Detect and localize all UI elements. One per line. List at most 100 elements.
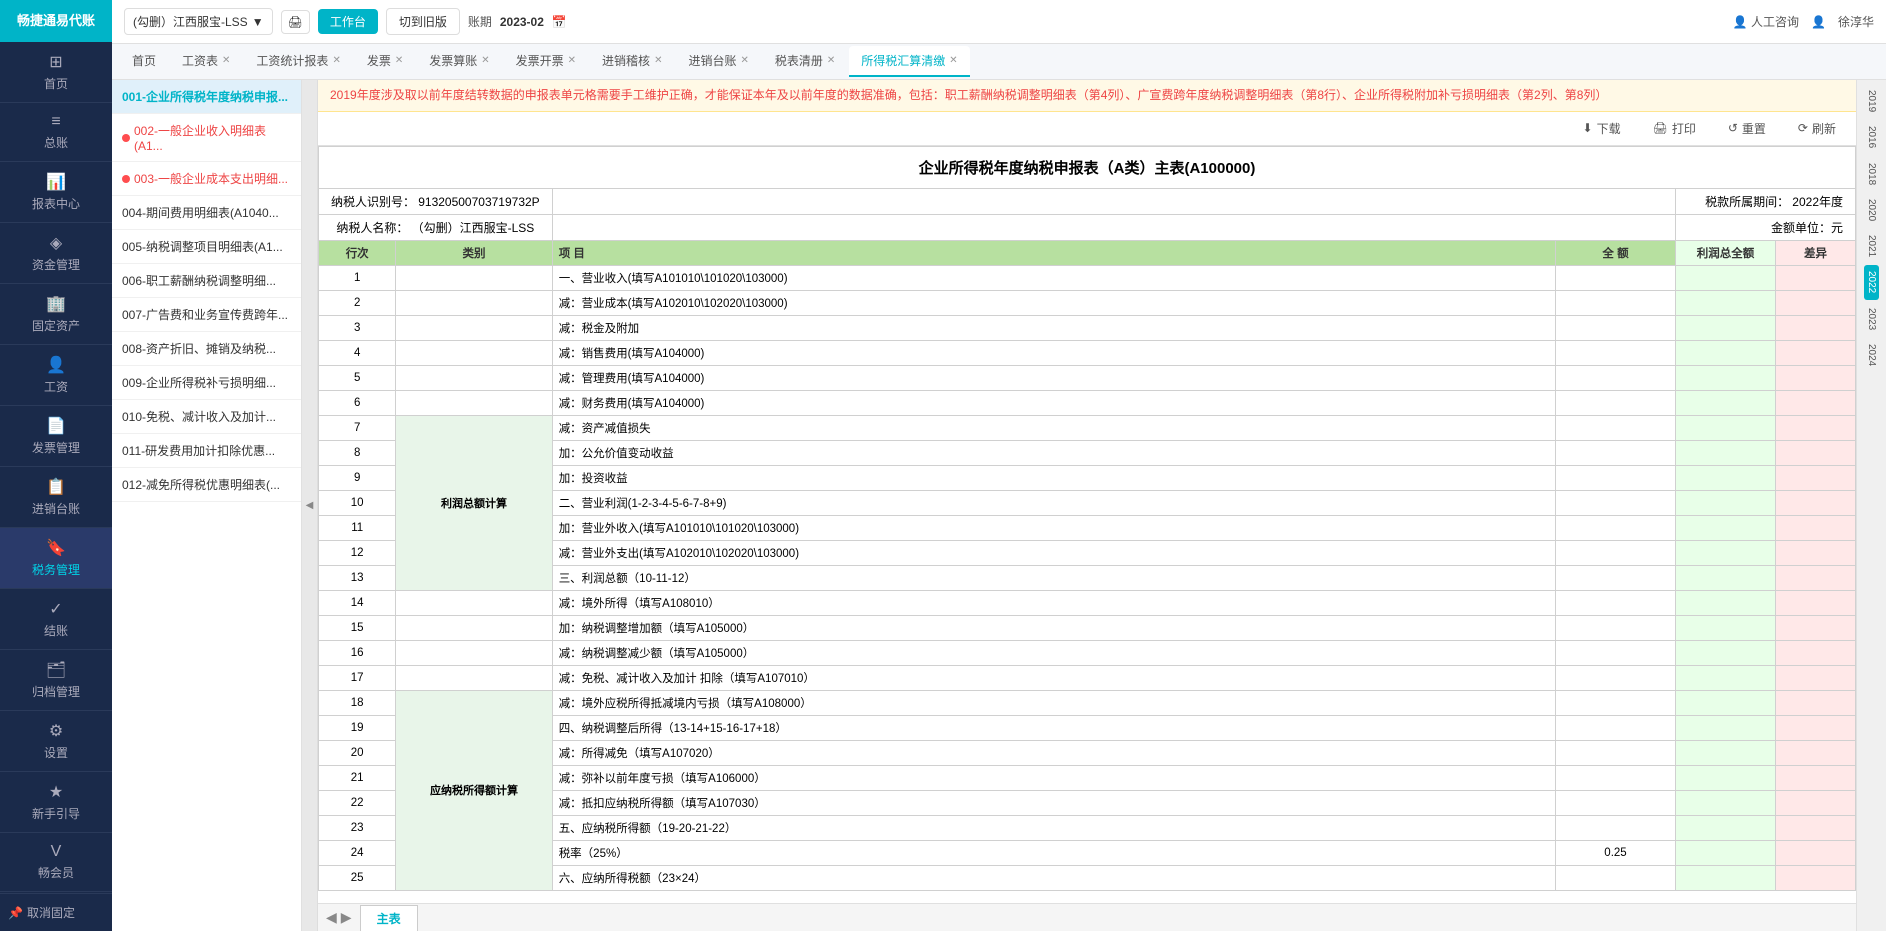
cell-item[interactable]: 税率（25%） <box>552 840 1555 865</box>
cell-lirun[interactable] <box>1676 765 1776 790</box>
cell-chayi[interactable] <box>1776 565 1856 590</box>
cell-quane[interactable] <box>1556 765 1676 790</box>
sidebar-unpin-button[interactable]: 📌 取消固定 <box>0 893 112 931</box>
close-tab-inbound-ledger[interactable]: ✕ <box>740 55 748 66</box>
cell-chayi[interactable] <box>1776 265 1856 290</box>
bottom-tab-main[interactable]: 主表 <box>360 905 418 931</box>
cell-chayi[interactable] <box>1776 540 1856 565</box>
cell-lirun[interactable] <box>1676 515 1776 540</box>
cell-quane[interactable] <box>1556 315 1676 340</box>
cell-quane[interactable] <box>1556 290 1676 315</box>
close-tab-income-tax[interactable]: ✕ <box>949 55 957 66</box>
next-sheet-icon[interactable]: ▶ <box>341 909 352 926</box>
cell-quane[interactable] <box>1556 640 1676 665</box>
tab-inbound-ledger[interactable]: 进销台账 ✕ <box>676 46 760 77</box>
cell-chayi[interactable] <box>1776 390 1856 415</box>
sidebar-item-home[interactable]: ⊞ 首页 <box>0 42 112 103</box>
sidebar-item-settle[interactable]: ✓ 结账 <box>0 589 112 650</box>
cell-item[interactable]: 加：营业外收入(填写A101010\101020\103000) <box>552 515 1555 540</box>
cell-item[interactable]: 减：抵扣应纳税所得额（填写A107030） <box>552 790 1555 815</box>
cell-item[interactable]: 三、利润总额（10-11-12） <box>552 565 1555 590</box>
reset-button[interactable]: ↺ 重置 <box>1720 116 1774 141</box>
download-button[interactable]: ⬇ 下载 <box>1575 116 1629 141</box>
cell-lirun[interactable] <box>1676 265 1776 290</box>
sidebar-item-fund[interactable]: ◈ 资金管理 <box>0 223 112 284</box>
cell-item[interactable]: 减：所得减免（填写A107020） <box>552 740 1555 765</box>
sidebar-item-guide[interactable]: ★ 新手引导 <box>0 772 112 833</box>
cell-lirun[interactable] <box>1676 315 1776 340</box>
cell-lirun[interactable] <box>1676 865 1776 890</box>
cell-quane[interactable] <box>1556 540 1676 565</box>
close-tab-invoice[interactable]: ✕ <box>395 55 403 66</box>
cell-chayi[interactable] <box>1776 640 1856 665</box>
cell-lirun[interactable] <box>1676 790 1776 815</box>
tab-home[interactable]: 首页 <box>120 46 168 77</box>
left-panel-item-012[interactable]: 012-减免所得税优惠明细表(... <box>112 468 301 502</box>
close-tab-salary-stat[interactable]: ✕ <box>332 55 340 66</box>
prev-sheet-icon[interactable]: ◀ <box>326 909 337 926</box>
cell-item[interactable]: 一、营业收入(填写A101010\101020\103000) <box>552 265 1555 290</box>
cell-quane[interactable] <box>1556 265 1676 290</box>
close-tab-inbound-check[interactable]: ✕ <box>654 55 662 66</box>
cell-chayi[interactable] <box>1776 715 1856 740</box>
cell-quane[interactable] <box>1556 490 1676 515</box>
sidebar-item-invoice[interactable]: 📄 发票管理 <box>0 406 112 467</box>
cell-quane[interactable] <box>1556 590 1676 615</box>
workstation-button[interactable]: 工作台 <box>318 9 378 34</box>
cell-item[interactable]: 减：纳税调整减少额（填写A105000） <box>552 640 1555 665</box>
left-panel-item-006[interactable]: 006-职工薪酬纳税调整明细... <box>112 264 301 298</box>
cell-chayi[interactable] <box>1776 490 1856 515</box>
left-panel-item-002[interactable]: 002-一般企业收入明细表(A1... <box>112 114 301 162</box>
cell-chayi[interactable] <box>1776 840 1856 865</box>
cell-chayi[interactable] <box>1776 415 1856 440</box>
cell-chayi[interactable] <box>1776 665 1856 690</box>
cell-quane[interactable] <box>1556 865 1676 890</box>
cell-lirun[interactable] <box>1676 640 1776 665</box>
tab-income-tax[interactable]: 所得税汇算清缴 ✕ <box>849 46 969 77</box>
sidebar-item-inbound[interactable]: 📋 进销台账 <box>0 467 112 528</box>
cell-item[interactable]: 二、营业利润(1-2-3-4-5-6-7-8+9) <box>552 490 1555 515</box>
left-panel-item-008[interactable]: 008-资产折旧、摊销及纳税... <box>112 332 301 366</box>
tab-salary[interactable]: 工资表 ✕ <box>170 46 242 77</box>
year-2019[interactable]: 2019 <box>1864 84 1879 118</box>
cell-item[interactable]: 减：营业成本(填写A102010\102020\103000) <box>552 290 1555 315</box>
cell-chayi[interactable] <box>1776 290 1856 315</box>
sidebar-item-settings[interactable]: ⚙ 设置 <box>0 711 112 772</box>
cell-quane[interactable] <box>1556 390 1676 415</box>
left-panel-item-007[interactable]: 007-广告费和业务宣传费跨年... <box>112 298 301 332</box>
cell-lirun[interactable] <box>1676 490 1776 515</box>
year-2023[interactable]: 2023 <box>1864 302 1879 336</box>
tab-invoice-open[interactable]: 发票开票 ✕ <box>504 46 588 77</box>
cell-quane[interactable] <box>1556 715 1676 740</box>
cell-lirun[interactable] <box>1676 665 1776 690</box>
table-wrapper[interactable]: 企业所得税年度纳税申报表（A类）主表(A100000) 纳税人识别号： 9132… <box>318 146 1856 904</box>
cell-item[interactable]: 加：投资收益 <box>552 465 1555 490</box>
cell-item[interactable]: 六、应纳所得税额（23×24） <box>552 865 1555 890</box>
cell-quane[interactable] <box>1556 790 1676 815</box>
switch-old-button[interactable]: 切到旧版 <box>386 8 460 35</box>
cell-lirun[interactable] <box>1676 540 1776 565</box>
left-panel-item-011[interactable]: 011-研发费用加计扣除优惠... <box>112 434 301 468</box>
tab-invoice[interactable]: 发票 ✕ <box>355 46 415 77</box>
cell-quane[interactable] <box>1556 690 1676 715</box>
left-panel-item-003[interactable]: 003-一般企业成本支出明细... <box>112 162 301 196</box>
left-panel-item-004[interactable]: 004-期间费用明细表(A1040... <box>112 196 301 230</box>
cell-item[interactable]: 五、应纳税所得额（19-20-21-22） <box>552 815 1555 840</box>
close-tab-invoice-calc[interactable]: ✕ <box>481 55 489 66</box>
company-selector[interactable]: (勾删）江西服宝-LSS ▼ <box>124 8 273 35</box>
cell-quane[interactable] <box>1556 665 1676 690</box>
cell-lirun[interactable] <box>1676 390 1776 415</box>
cell-item[interactable]: 加：纳税调整增加额（填写A105000） <box>552 615 1555 640</box>
cell-lirun[interactable] <box>1676 690 1776 715</box>
cell-lirun[interactable] <box>1676 590 1776 615</box>
cell-quane[interactable] <box>1556 365 1676 390</box>
cell-chayi[interactable] <box>1776 365 1856 390</box>
cell-item[interactable]: 减：管理费用(填写A104000) <box>552 365 1555 390</box>
cell-item[interactable]: 减：境外所得（填写A108010） <box>552 590 1555 615</box>
cell-quane[interactable] <box>1556 465 1676 490</box>
left-panel-item-005[interactable]: 005-纳税调整项目明细表(A1... <box>112 230 301 264</box>
cell-item[interactable]: 减：资产减值损失 <box>552 415 1555 440</box>
sidebar-item-archive[interactable]: 🗂 归档管理 <box>0 650 112 711</box>
ai-consult-btn[interactable]: 👤 人工咨询 <box>1733 13 1799 30</box>
cell-item[interactable]: 减：营业外支出(填写A102010\102020\103000) <box>552 540 1555 565</box>
